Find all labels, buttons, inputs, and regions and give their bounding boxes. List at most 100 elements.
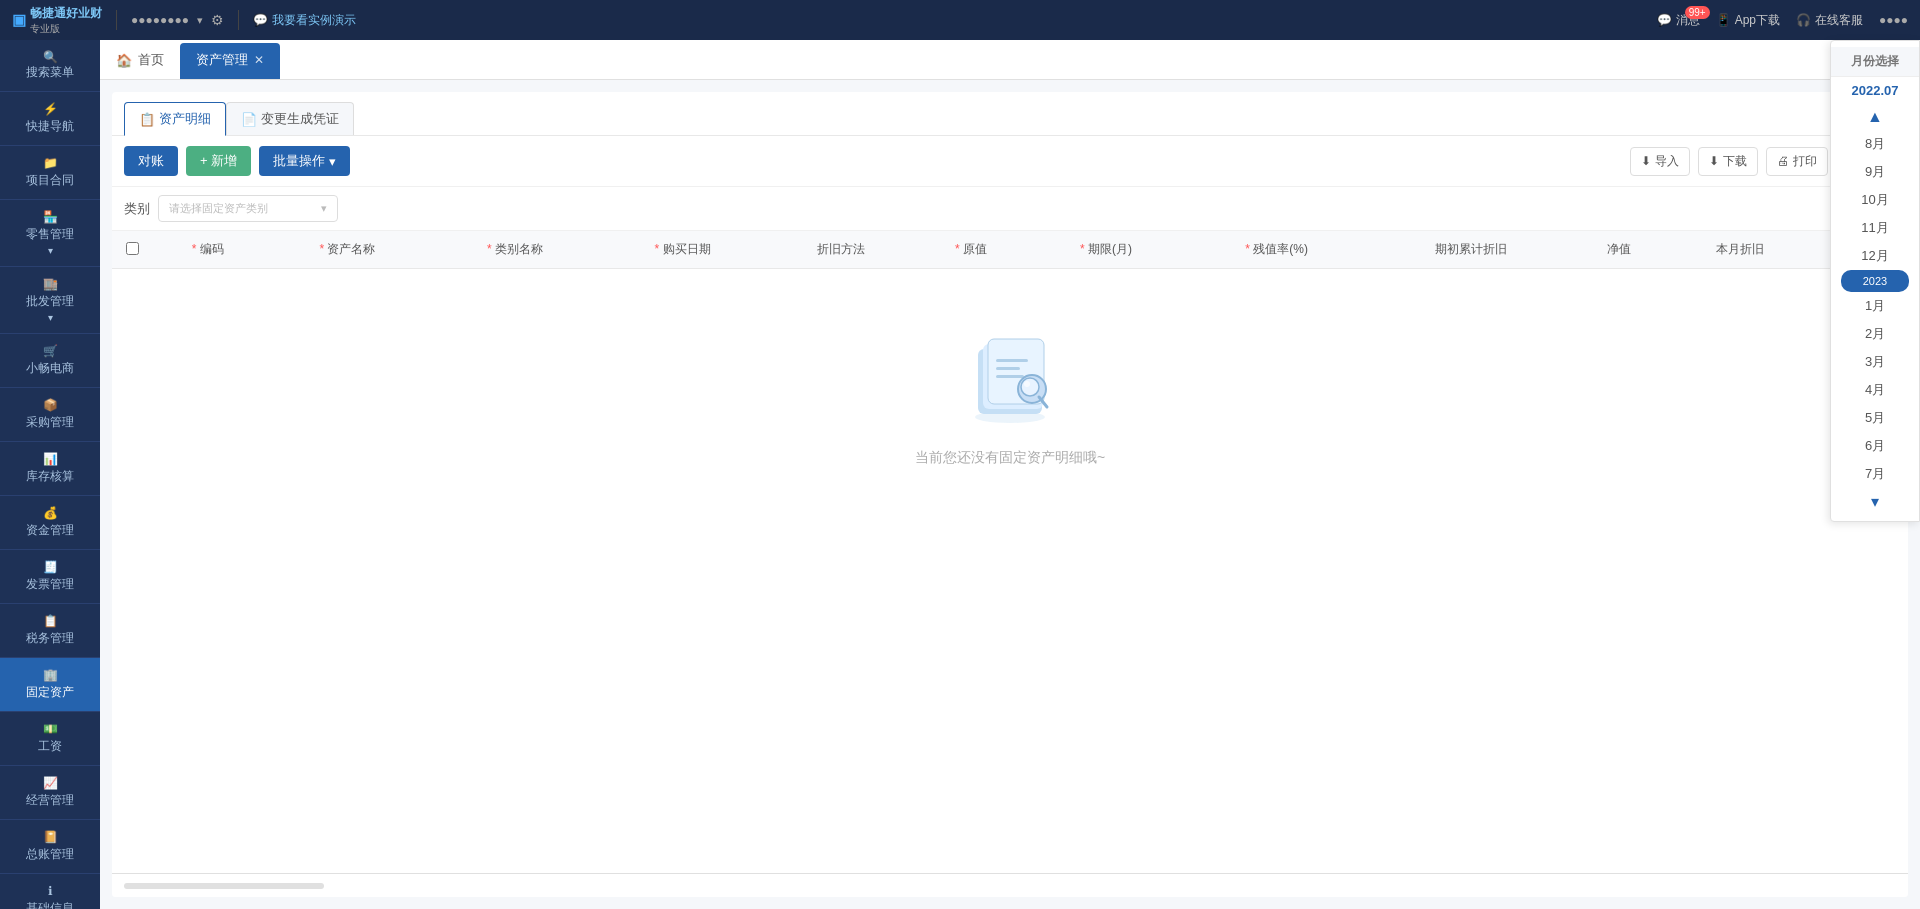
salary-label: 工资 [38, 738, 62, 755]
purchase-label: 采购管理 [26, 414, 74, 431]
month-4[interactable]: 4月 [1831, 376, 1919, 404]
col-period: * 期限(月) [1027, 231, 1185, 269]
download-button[interactable]: ⬇ 下载 [1698, 147, 1758, 176]
tax-icon: 📋 [43, 614, 58, 628]
month-9[interactable]: 9月 [1831, 158, 1919, 186]
asset-detail-label: 资产明细 [159, 110, 211, 128]
wholesale-label: 批发管理 [26, 293, 74, 310]
sidebar-item-salary[interactable]: 💵 工资 [0, 712, 100, 766]
month-picker-up-arrow[interactable]: ▲ [1831, 104, 1919, 130]
svg-rect-5 [996, 367, 1020, 370]
month-1[interactable]: 1月 [1831, 292, 1919, 320]
filter-placeholder: 请选择固定资产类别 [169, 201, 268, 216]
download-label: 下载 [1723, 153, 1747, 170]
retail-icon: 🏪 [43, 210, 58, 224]
sidebar: 🔍 搜索菜单 ⚡ 快捷导航 📁 项目合同 🏪 零售管理 ▾ 🏬 批发管理 ▾ 🛒… [0, 40, 100, 909]
fixed-assets-label: 固定资产 [26, 684, 74, 701]
batch-dropdown-icon: ▾ [329, 154, 336, 169]
sidebar-item-invoice[interactable]: 🧾 发票管理 [0, 550, 100, 604]
message-badge: 99+ [1685, 6, 1710, 19]
topbar-left: ▣ 畅捷通好业财 专业版 ●●●●●●●● ▾ ⚙ 💬 我要看实例演示 [12, 5, 356, 36]
month-3[interactable]: 3月 [1831, 348, 1919, 376]
sidebar-item-fixed-assets[interactable]: 🏢 固定资产 [0, 658, 100, 712]
filter-row: 类别 请选择固定资产类别 ▾ [112, 187, 1908, 231]
sidebar-item-ecommerce[interactable]: 🛒 小畅电商 [0, 334, 100, 388]
sidebar-item-quick-nav[interactable]: ⚡ 快捷导航 [0, 92, 100, 146]
month-5[interactable]: 5月 [1831, 404, 1919, 432]
ecommerce-icon: 🛒 [43, 344, 58, 358]
month-7[interactable]: 7月 [1831, 460, 1919, 488]
sub-tabs: 📋 资产明细 📄 变更生成凭证 [112, 92, 1908, 136]
import-button[interactable]: ⬇ 导入 [1630, 147, 1690, 176]
month-8[interactable]: 8月 [1831, 130, 1919, 158]
sidebar-item-operation[interactable]: 📈 经营管理 [0, 766, 100, 820]
sub-tab-asset-detail[interactable]: 📋 资产明细 [124, 102, 226, 136]
sidebar-item-inventory[interactable]: 📊 库存核算 [0, 442, 100, 496]
tab-close-icon[interactable]: ✕ [254, 53, 264, 67]
align-button[interactable]: 对账 [124, 146, 178, 176]
sidebar-item-ledger[interactable]: 📔 总账管理 [0, 820, 100, 874]
sidebar-item-purchase[interactable]: 📦 采购管理 [0, 388, 100, 442]
empty-message: 当前您还没有固定资产明细哦~ [915, 449, 1105, 467]
headset-icon: 🎧 [1796, 13, 1811, 27]
basic-icon: ℹ [48, 884, 53, 898]
import-label: 导入 [1655, 153, 1679, 170]
fund-icon: 💰 [43, 506, 58, 520]
empty-illustration [950, 329, 1070, 429]
home-icon: 🏠 [116, 53, 132, 68]
fund-label: 资金管理 [26, 522, 74, 539]
change-voucher-icon: 📄 [241, 112, 257, 127]
company-dropdown[interactable]: ▾ [197, 14, 203, 27]
ledger-icon: 📔 [43, 830, 58, 844]
service-button[interactable]: 🎧 在线客服 [1796, 12, 1863, 29]
svg-rect-4 [996, 359, 1028, 362]
sidebar-item-project-contract[interactable]: 📁 项目合同 [0, 146, 100, 200]
month-10[interactable]: 10月 [1831, 186, 1919, 214]
logo-icon: ▣ [12, 11, 26, 29]
sidebar-item-retail[interactable]: 🏪 零售管理 ▾ [0, 200, 100, 267]
inventory-label: 库存核算 [26, 468, 74, 485]
tab-bar: 🏠 首页 资产管理 ✕ [100, 40, 1920, 80]
batch-label: 批量操作 [273, 152, 325, 170]
month-11[interactable]: 11月 [1831, 214, 1919, 242]
month-picker-title: 月份选择 [1831, 47, 1919, 77]
asset-detail-icon: 📋 [139, 112, 155, 127]
wholesale-icon: 🏬 [43, 277, 58, 291]
col-category: * 类别名称 [431, 231, 599, 269]
select-all-checkbox[interactable] [126, 242, 139, 255]
app-download-button[interactable]: 📱 App下载 [1716, 12, 1780, 29]
category-filter[interactable]: 请选择固定资产类别 ▾ [158, 195, 338, 222]
search-icon: 🔍 [43, 50, 58, 64]
scrollbar[interactable] [124, 883, 324, 889]
month-picker-down-arrow[interactable]: ▾ [1831, 488, 1919, 515]
month-2[interactable]: 2月 [1831, 320, 1919, 348]
tab-asset-management[interactable]: 资产管理 ✕ [180, 43, 280, 79]
sidebar-item-wholesale[interactable]: 🏬 批发管理 ▾ [0, 267, 100, 334]
add-button[interactable]: + 新增 [186, 146, 251, 176]
batch-button[interactable]: 批量操作 ▾ [259, 146, 350, 176]
print-button[interactable]: 🖨 打印 [1766, 147, 1828, 176]
service-label: 在线客服 [1815, 12, 1863, 29]
wholesale-arrow: ▾ [48, 312, 53, 323]
tab-home[interactable]: 🏠 首页 [100, 43, 180, 79]
table-wrapper: * 编码 * 资产名称 * 类别名称 * 购买日期 折旧方法 * 原值 * 期限… [112, 231, 1908, 873]
svg-point-8 [1021, 378, 1039, 396]
user-menu[interactable]: ●●●● [1879, 13, 1908, 27]
year-2023-badge: 2023 [1841, 270, 1909, 292]
sub-tab-change-voucher[interactable]: 📄 变更生成凭证 [226, 102, 354, 135]
sidebar-item-tax[interactable]: 📋 税务管理 [0, 604, 100, 658]
sidebar-item-fund[interactable]: 💰 资金管理 [0, 496, 100, 550]
month-6[interactable]: 6月 [1831, 432, 1919, 460]
app-logo: ▣ 畅捷通好业财 专业版 [12, 5, 102, 36]
month-picker-year[interactable]: 2022.07 [1831, 77, 1919, 104]
svg-rect-6 [996, 375, 1024, 378]
sidebar-search[interactable]: 🔍 搜索菜单 [0, 40, 100, 92]
checkbox-header[interactable] [112, 231, 152, 269]
settings-icon[interactable]: ⚙ [211, 12, 224, 28]
message-button[interactable]: 💬 消息 99+ [1657, 12, 1700, 29]
sidebar-item-basic-info[interactable]: ℹ 基础信息 [0, 874, 100, 909]
demo-link[interactable]: 💬 我要看实例演示 [253, 12, 356, 29]
month-12[interactable]: 12月 [1831, 242, 1919, 270]
divider [116, 10, 117, 30]
retail-arrow: ▾ [48, 245, 53, 256]
